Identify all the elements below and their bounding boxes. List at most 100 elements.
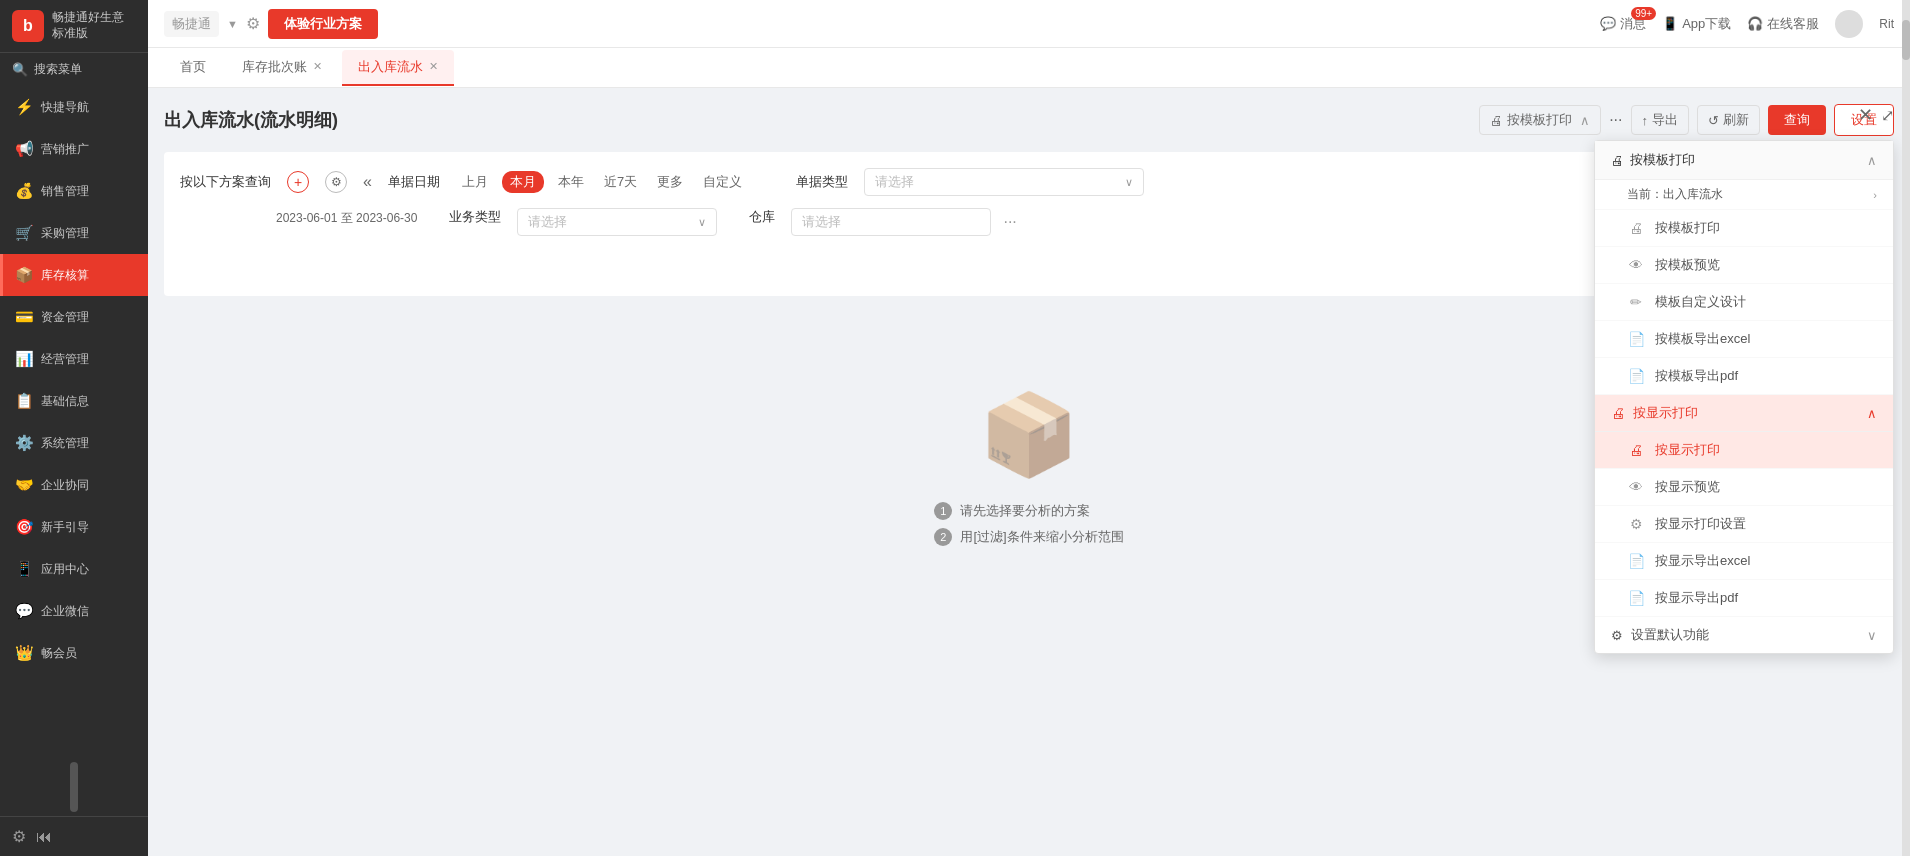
filter-setting-btn[interactable]: ⚙ — [325, 171, 347, 193]
print-dropdown-panel: 🖨 按模板打印 ∧ 当前：出入库流水 › 🖨 按模板打印 — [1594, 140, 1894, 654]
filter-doc-type-value: 请选择 — [875, 173, 914, 191]
dropdown-current-chevron: › — [1873, 189, 1877, 201]
app-logo-icon: b — [12, 10, 44, 42]
sidebar-item-label: 营销推广 — [41, 141, 89, 158]
sidebar-item-purchase[interactable]: 🛒 采购管理 — [0, 212, 148, 254]
sidebar-item-system[interactable]: ⚙️ 系统管理 — [0, 422, 148, 464]
refresh-label: 刷新 — [1723, 111, 1749, 129]
sidebar-item-label: 系统管理 — [41, 435, 89, 452]
dropdown-item-template-preview[interactable]: 👁 按模板预览 — [1595, 247, 1893, 284]
sidebar-item-label: 快捷导航 — [41, 99, 89, 116]
sidebar-item-marketing[interactable]: 📢 营销推广 — [0, 128, 148, 170]
filter-doc-type-select[interactable]: 请选择 ∨ — [864, 168, 1144, 196]
tab-batch[interactable]: 库存批次账 ✕ — [226, 50, 338, 86]
tab-home[interactable]: 首页 — [164, 50, 222, 86]
search-icon: 🔍 — [12, 62, 28, 77]
sidebar-item-basic[interactable]: 📋 基础信息 — [0, 380, 148, 422]
display-preview-icon: 👁 — [1627, 479, 1645, 495]
sidebar-item-quick-nav[interactable]: ⚡ 快捷导航 — [0, 86, 148, 128]
empty-step-1: 1 请先选择要分析的方案 — [934, 502, 1123, 520]
sidebar-item-label: 畅会员 — [41, 645, 77, 662]
template-excel-icon: 📄 — [1627, 331, 1645, 347]
doc-type-chevron-icon: ∨ — [1125, 176, 1133, 189]
filter-query-label: 按以下方案查询 — [180, 173, 271, 191]
dropdown-item-template-excel[interactable]: 📄 按模板导出excel — [1595, 321, 1893, 358]
date-shortcut-7days[interactable]: 近7天 — [598, 171, 643, 193]
sidebar-item-label: 库存核算 — [41, 267, 89, 284]
refresh-btn[interactable]: ↺ 刷新 — [1697, 105, 1760, 135]
sidebar-item-appcenter[interactable]: 📱 应用中心 — [0, 548, 148, 590]
dropdown-item-display-print[interactable]: 🖨 按显示打印 — [1595, 432, 1893, 469]
right-scrollbar[interactable] — [1902, 0, 1910, 856]
empty-step-2: 2 用[过滤]条件来缩小分析范围 — [934, 528, 1123, 546]
dropdown-item-display-settings[interactable]: ⚙ 按显示打印设置 — [1595, 506, 1893, 543]
tab-flow-close[interactable]: ✕ — [429, 60, 438, 73]
date-shortcut-last-month[interactable]: 上月 — [456, 171, 494, 193]
business-type-value: 请选择 — [528, 213, 567, 231]
sidebar-item-wechat[interactable]: 💬 企业微信 — [0, 590, 148, 632]
page-title: 出入库流水(流水明细) — [164, 108, 338, 132]
refresh-icon: ↺ — [1708, 113, 1719, 128]
date-shortcut-this-year[interactable]: 本年 — [552, 171, 590, 193]
query-btn[interactable]: 查询 — [1768, 105, 1826, 135]
dropdown-item-template-print[interactable]: 🖨 按模板打印 — [1595, 210, 1893, 247]
topbar-gear-icon[interactable]: ⚙ — [246, 14, 260, 33]
display-section-label: 按显示打印 — [1633, 404, 1698, 422]
template-preview-icon: 👁 — [1627, 257, 1645, 273]
filter-add-btn[interactable]: + — [287, 171, 309, 193]
sidebar-item-label: 企业微信 — [41, 603, 89, 620]
warehouse-more-btn[interactable]: ··· — [1003, 213, 1016, 231]
sidebar-nav: ⚡ 快捷导航 📢 营销推广 💰 销售管理 🛒 采购管理 📦 库存核算 💳 资金管… — [0, 86, 148, 758]
export-label: 导出 — [1652, 111, 1678, 129]
settings-icon[interactable]: ⚙ — [12, 827, 26, 846]
more-dots-btn[interactable]: ··· — [1609, 111, 1622, 129]
filter-gear-icon: ⚙ — [331, 175, 342, 189]
dropdown-current-sub[interactable]: 当前：出入库流水 › — [1595, 180, 1893, 210]
trial-btn[interactable]: 体验行业方案 — [268, 9, 378, 39]
tab-home-label: 首页 — [180, 58, 206, 76]
dropdown-section-display[interactable]: 🖨 按显示打印 ∧ — [1595, 395, 1893, 432]
topbar-message[interactable]: 💬 消息 99+ — [1600, 15, 1646, 33]
topbar-app-download[interactable]: 📱 App下载 — [1662, 15, 1731, 33]
sidebar-item-enterprise[interactable]: 🤝 企业协同 — [0, 464, 148, 506]
dropdown-item-display-pdf[interactable]: 📄 按显示导出pdf — [1595, 580, 1893, 617]
tab-flow[interactable]: 出入库流水 ✕ — [342, 50, 454, 86]
dropdown-footer[interactable]: ⚙ 设置默认功能 ∨ — [1595, 617, 1893, 653]
filter-warehouse-select[interactable]: 请选择 — [791, 208, 991, 236]
sidebar-item-sales[interactable]: 💰 销售管理 — [0, 170, 148, 212]
dropdown-item-template-pdf[interactable]: 📄 按模板导出pdf — [1595, 358, 1893, 395]
sidebar-item-member[interactable]: 👑 畅会员 — [0, 632, 148, 674]
tab-batch-label: 库存批次账 — [242, 58, 307, 76]
date-shortcut-this-month[interactable]: 本月 — [502, 171, 544, 193]
sidebar-item-finance[interactable]: 💳 资金管理 — [0, 296, 148, 338]
dropdown-item-display-excel[interactable]: 📄 按显示导出excel — [1595, 543, 1893, 580]
app-icon: 📱 — [1662, 16, 1678, 31]
export-btn[interactable]: ↑ 导出 — [1631, 105, 1690, 135]
tab-bar: 首页 库存批次账 ✕ 出入库流水 ✕ — [148, 48, 1910, 88]
dropdown-item-template-custom[interactable]: ✏ 模板自定义设计 — [1595, 284, 1893, 321]
dropdown-header[interactable]: 🖨 按模板打印 ∧ — [1595, 141, 1893, 180]
topbar-chevron-icon: ▼ — [227, 18, 238, 30]
sidebar-bottom: ⚙ ⏮ — [0, 816, 148, 856]
sidebar-item-guide[interactable]: 🎯 新手引导 — [0, 506, 148, 548]
date-shortcut-more[interactable]: 更多 — [651, 171, 689, 193]
topbar-service[interactable]: 🎧 在线客服 — [1747, 15, 1819, 33]
topbar: 畅捷通 ▼ ⚙ 体验行业方案 💬 消息 99+ 📱 App下载 🎧 在线客服 R… — [148, 0, 1910, 48]
print-template-chevron: ∧ — [1580, 113, 1590, 128]
service-icon: 🎧 — [1747, 16, 1763, 31]
guide-icon: 🎯 — [15, 518, 33, 536]
tab-batch-close[interactable]: ✕ — [313, 60, 322, 73]
collapse-sidebar-icon[interactable]: ⏮ — [36, 828, 52, 846]
sidebar-search[interactable]: 🔍 搜索菜单 — [0, 53, 148, 86]
sidebar-item-inventory[interactable]: 📦 库存核算 — [0, 254, 148, 296]
date-shortcut-custom[interactable]: 自定义 — [697, 171, 748, 193]
filter-collapse-btn[interactable]: « — [363, 173, 372, 191]
sidebar-logo: b 畅捷通好生意 标准版 — [0, 0, 148, 53]
page-expand-btn[interactable]: ⤢ — [1881, 106, 1894, 125]
page-close-btn[interactable]: ✕ — [1858, 104, 1873, 126]
filter-business-type-select[interactable]: 请选择 ∨ — [517, 208, 717, 236]
print-template-btn[interactable]: 🖨 按模板打印 ∧ — [1479, 105, 1601, 135]
filter-warehouse-label: 仓库 — [749, 208, 775, 226]
sidebar-item-operation[interactable]: 📊 经营管理 — [0, 338, 148, 380]
dropdown-item-display-preview[interactable]: 👁 按显示预览 — [1595, 469, 1893, 506]
